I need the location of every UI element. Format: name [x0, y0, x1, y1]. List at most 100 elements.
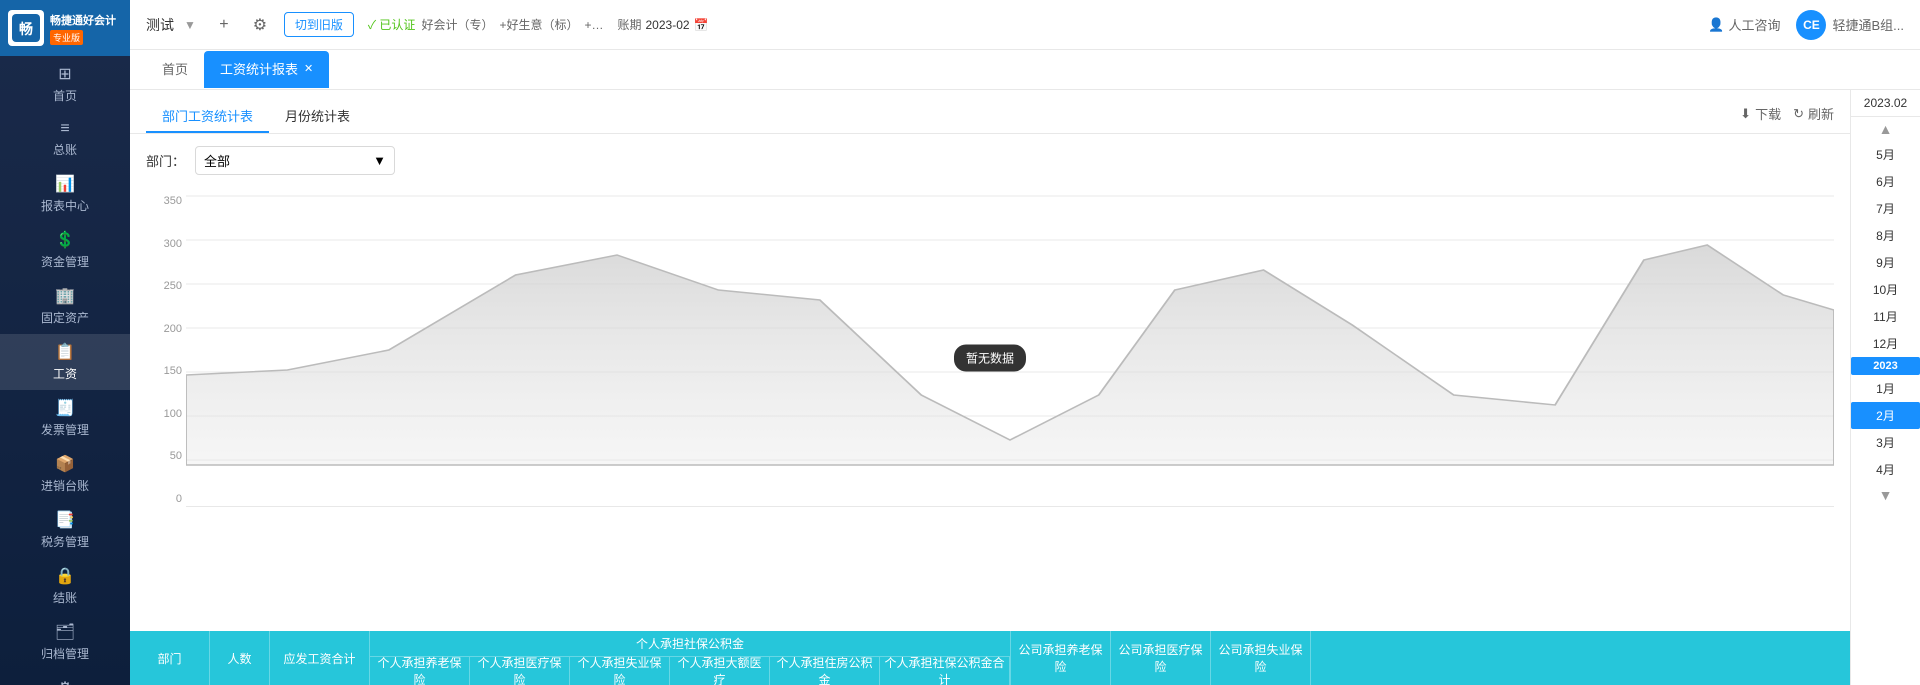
dropdown-icon[interactable]: ▼ — [184, 18, 196, 32]
company-name: 测试 — [146, 15, 174, 35]
chart-svg — [186, 195, 1834, 505]
month-item-6[interactable]: 6月 — [1851, 168, 1920, 195]
th-group-social: 个人承担社保公积金 个人承担养老保险 个人承担医疗保险 个人承担失业保险 个人承… — [370, 631, 1011, 685]
sidebar-item-assets[interactable]: 🏢 固定资产 — [0, 278, 130, 334]
department-select[interactable]: 全部 ▼ — [195, 146, 395, 175]
sidebar-item-label: 资金管理 — [41, 253, 89, 270]
y-label-250: 250 — [150, 280, 182, 292]
th-company-medical: 公司承担医疗保险 — [1111, 631, 1211, 685]
logo-icon: 畅 — [8, 10, 44, 46]
salary-icon: 📋 — [55, 342, 75, 362]
ledger-icon: ≡ — [60, 120, 69, 138]
settings-button[interactable]: ⚙ — [246, 11, 274, 39]
tab-home[interactable]: 首页 — [146, 51, 204, 88]
tab-close-icon[interactable]: ✕ — [304, 62, 313, 75]
date-next-btn[interactable]: ▼ — [1851, 483, 1920, 507]
user-menu[interactable]: CE 轻捷通B组... — [1796, 10, 1904, 40]
switch-version-button[interactable]: 切到旧版 — [284, 12, 354, 37]
y-label-350: 350 — [150, 195, 182, 207]
select-arrow-icon: ▼ — [373, 153, 386, 168]
filter-bar: 部门： 全部 ▼ — [130, 134, 1850, 187]
month-item-12[interactable]: 12月 — [1851, 330, 1920, 357]
th-group-cols: 个人承担养老保险 个人承担医疗保险 个人承担失业保险 个人承担大额医疗 个人承担… — [370, 657, 1010, 685]
certified-badge: ✓ 已认证 — [368, 16, 416, 33]
topbar-period: 账期 2023-02 📅 — [617, 16, 708, 33]
sidebar-item-label: 归档管理 — [41, 645, 89, 662]
sidebar-item-archive[interactable]: 🗂 归档管理 — [0, 614, 130, 670]
th-dept: 部门 — [130, 631, 210, 685]
month-item-11[interactable]: 11月 — [1851, 303, 1920, 330]
calendar-icon[interactable]: 📅 — [694, 18, 709, 32]
month-item-1[interactable]: 1月 — [1851, 375, 1920, 402]
table-header: 部门 人数 应发工资合计 个人承担社保公积金 个人承担养老保险 个人承担医疗保险… — [130, 631, 1850, 685]
month-item-2[interactable]: 2月 — [1851, 402, 1920, 429]
y-label-100: 100 — [150, 408, 182, 420]
sidebar-item-close[interactable]: 🔒 结账 — [0, 558, 130, 614]
tax-icon: 📑 — [55, 510, 75, 530]
sales-icon: 📦 — [55, 454, 75, 474]
tab-salary-report[interactable]: 工资统计报表 ✕ — [204, 51, 329, 88]
consult-button[interactable]: 👤 人工咨询 — [1708, 15, 1780, 34]
sidebar-item-salary[interactable]: 📋 工资 — [0, 334, 130, 390]
filter-label: 部门： — [146, 151, 185, 170]
subtab-monthly[interactable]: 月份统计表 — [269, 100, 366, 133]
sidebar-item-reports[interactable]: 📊 报表中心 — [0, 166, 130, 222]
th-personal-medical: 个人承担医疗保险 — [470, 657, 570, 685]
download-icon: ⬇ — [1740, 106, 1751, 122]
sidebar-item-invoice[interactable]: 🧾 发票管理 — [0, 390, 130, 446]
y-axis: 0 50 100 150 200 250 300 350 — [146, 195, 186, 505]
date-prev-btn[interactable]: ▲ — [1851, 117, 1920, 141]
content-area: 部门工资统计表 月份统计表 ⬇ 下载 ↻ 刷新 部门： — [130, 90, 1920, 685]
sidebar: 畅 畅捷通好会计 专业版 ⊞ 首页 ≡ 总账 📊 报表中心 💲 资金管理 🏢 固… — [0, 0, 130, 685]
settings-icon: ⚙ — [58, 678, 72, 685]
sidebar-item-home[interactable]: ⊞ 首页 — [0, 56, 130, 112]
sidebar-item-settings[interactable]: ⚙ 设置 — [0, 670, 130, 685]
month-item-7[interactable]: 7月 — [1851, 195, 1920, 222]
topbar: 测试 ▼ + ⚙ 切到旧版 ✓ 已认证 好会计（专） +好生意（标） +… 账期… — [130, 0, 1920, 50]
date-header: 2023.02 — [1851, 90, 1920, 117]
subtab-dept[interactable]: 部门工资统计表 — [146, 100, 269, 133]
funds-icon: 💲 — [55, 230, 75, 250]
invoice-icon: 🧾 — [55, 398, 75, 418]
month-item-8[interactable]: 8月 — [1851, 222, 1920, 249]
month-item-9[interactable]: 9月 — [1851, 249, 1920, 276]
sidebar-item-ledger[interactable]: ≡ 总账 — [0, 112, 130, 166]
sidebar-item-label: 报表中心 — [41, 197, 89, 214]
y-label-50: 50 — [150, 450, 182, 462]
th-personal-housing: 个人承担住房公积金 — [770, 657, 880, 685]
month-item-3[interactable]: 3月 — [1851, 429, 1920, 456]
sidebar-item-tax[interactable]: 📑 税务管理 — [0, 502, 130, 558]
subtabs-left: 部门工资统计表 月份统计表 — [146, 100, 366, 133]
month-item-5[interactable]: 5月 — [1851, 141, 1920, 168]
chart-container: 0 50 100 150 200 250 300 350 — [146, 195, 1834, 535]
sidebar-item-label: 固定资产 — [41, 309, 89, 326]
sidebar-logo: 畅 畅捷通好会计 专业版 — [0, 0, 130, 56]
content-main: 部门工资统计表 月份统计表 ⬇ 下载 ↻ 刷新 部门： — [130, 90, 1850, 685]
y-label-150: 150 — [150, 365, 182, 377]
year-item-2023[interactable]: 2023 — [1851, 357, 1920, 375]
tabs-bar: 首页 工资统计报表 ✕ — [130, 50, 1920, 90]
th-people: 人数 — [210, 631, 270, 685]
topbar-badges: ✓ 已认证 好会计（专） +好生意（标） +… — [368, 16, 604, 33]
th-personal-extra-medical: 个人承担大额医疗 — [670, 657, 770, 685]
logo-text: 畅捷通好会计 专业版 — [50, 12, 116, 45]
refresh-button[interactable]: ↻ 刷新 — [1793, 104, 1834, 123]
subtabs-right: ⬇ 下载 ↻ 刷新 — [1740, 104, 1834, 129]
subtabs: 部门工资统计表 月份统计表 ⬇ 下载 ↻ 刷新 — [130, 90, 1850, 134]
sidebar-item-label: 进销台账 — [41, 477, 89, 494]
sidebar-item-funds[interactable]: 💲 资金管理 — [0, 222, 130, 278]
th-personal-unemployment: 个人承担失业保险 — [570, 657, 670, 685]
sidebar-item-sales[interactable]: 📦 进销台账 — [0, 446, 130, 502]
month-item-10[interactable]: 10月 — [1851, 276, 1920, 303]
main-area: 测试 ▼ + ⚙ 切到旧版 ✓ 已认证 好会计（专） +好生意（标） +… 账期… — [130, 0, 1920, 685]
th-company-pension: 公司承担养老保险 — [1011, 631, 1111, 685]
topbar-right: 👤 人工咨询 CE 轻捷通B组... — [1708, 10, 1904, 40]
badge-haoshengyi: +好生意（标） — [499, 16, 578, 33]
sidebar-nav: ⊞ 首页 ≡ 总账 📊 报表中心 💲 资金管理 🏢 固定资产 📋 工资 🧾 发票… — [0, 56, 130, 685]
month-item-4[interactable]: 4月 — [1851, 456, 1920, 483]
home-icon: ⊞ — [58, 64, 71, 84]
archive-icon: 🗂 — [55, 622, 75, 642]
download-button[interactable]: ⬇ 下载 — [1740, 104, 1781, 123]
add-button[interactable]: + — [210, 11, 238, 39]
th-personal-total: 个人承担社保公积金合计 — [880, 657, 1010, 685]
